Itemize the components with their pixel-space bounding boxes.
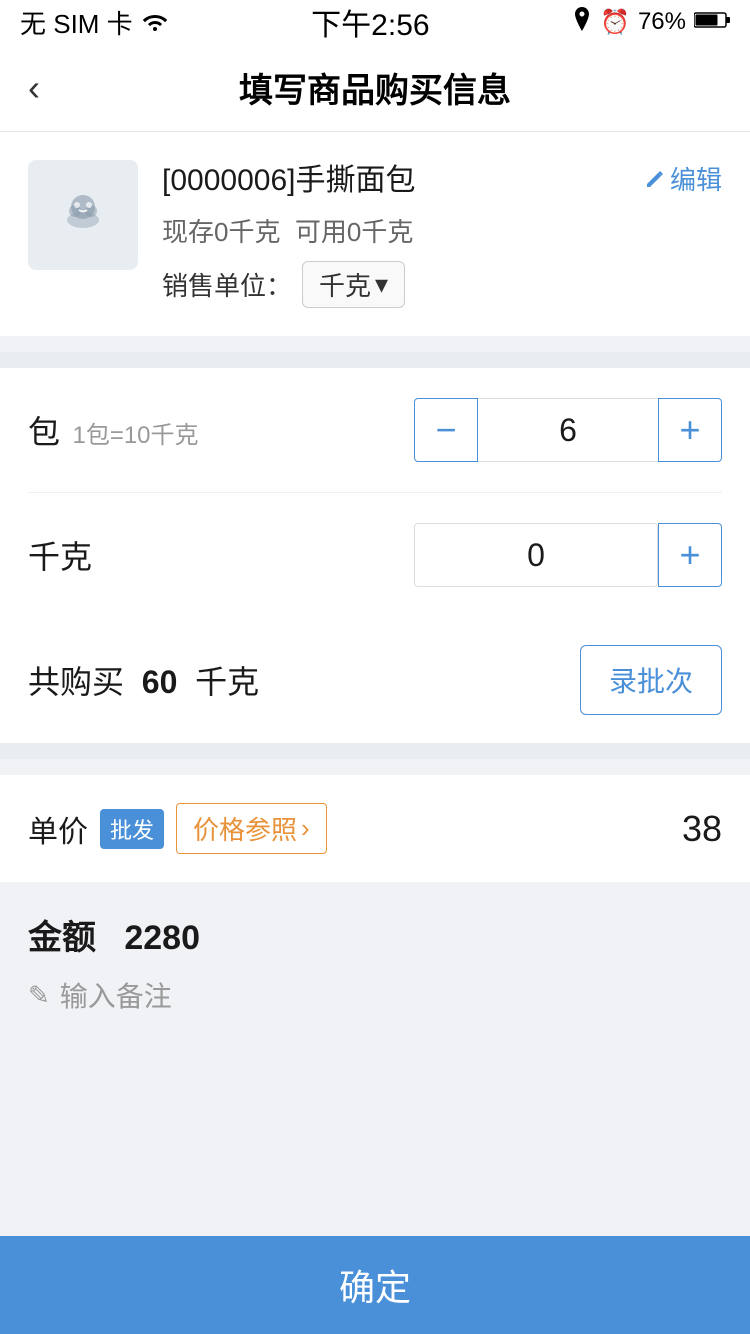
package-hint: 1包=10千克 xyxy=(72,422,198,449)
product-info: [0000006]手撕面包 编辑 现存0千克 可用0千克 销售单位： 千克 ▾ xyxy=(162,160,722,308)
kg-label: 千克 xyxy=(28,539,92,575)
price-label: 单价 xyxy=(28,807,88,851)
package-label-group: 包 1包=10千克 xyxy=(28,407,199,453)
wifi-icon xyxy=(141,7,169,38)
alarm-icon: ⏰ xyxy=(600,8,630,37)
total-value: 60 xyxy=(142,664,178,700)
back-button[interactable]: ‹ xyxy=(28,67,40,109)
input-section: 包 1包=10千克 − + 千克 + xyxy=(0,368,750,617)
status-bar: 无 SIM 卡 下午2:56 ⏰ 76% xyxy=(0,0,750,44)
amount-label: 金额 xyxy=(28,919,96,957)
kg-quantity-input[interactable] xyxy=(414,523,658,587)
battery-icon xyxy=(694,8,730,36)
note-placeholder: 输入备注 xyxy=(60,975,172,1015)
product-image xyxy=(28,160,138,270)
product-stock: 现存0千克 可用0千克 xyxy=(162,212,722,249)
status-left: 无 SIM 卡 xyxy=(20,4,169,41)
amount-row: 金额 2280 xyxy=(28,910,722,959)
status-time: 下午2:56 xyxy=(311,0,429,44)
kg-plus-button[interactable]: + xyxy=(658,523,722,587)
product-unit: 销售单位： 千克 ▾ xyxy=(162,261,722,308)
total-section: 共购买 60 千克 录批次 xyxy=(0,617,750,743)
price-left: 单价 批发 价格参照 › xyxy=(28,803,327,854)
package-quantity-input[interactable] xyxy=(478,398,658,462)
package-row: 包 1包=10千克 − + xyxy=(28,368,722,493)
kg-quantity-control: + xyxy=(414,523,722,587)
section-divider-1 xyxy=(0,352,750,368)
package-plus-button[interactable]: + xyxy=(658,398,722,462)
location-icon xyxy=(572,7,592,38)
price-value: 38 xyxy=(682,808,722,850)
unit-badge[interactable]: 千克 ▾ xyxy=(302,261,405,308)
product-card: [0000006]手撕面包 编辑 现存0千克 可用0千克 销售单位： 千克 ▾ xyxy=(0,132,750,336)
product-name: [0000006]手撕面包 xyxy=(162,160,415,202)
amount-section: 金额 2280 ✎ 输入备注 xyxy=(0,882,750,1043)
page-title: 填写商品购买信息 xyxy=(239,63,511,112)
kg-row: 千克 + xyxy=(28,493,722,617)
chevron-right-icon: › xyxy=(301,813,310,844)
page-content: [0000006]手撕面包 编辑 现存0千克 可用0千克 销售单位： 千克 ▾ xyxy=(0,132,750,1236)
price-tag-badge: 批发 xyxy=(100,809,164,849)
confirm-button[interactable]: 确定 xyxy=(0,1236,750,1334)
package-minus-button[interactable]: − xyxy=(414,398,478,462)
amount-value: 2280 xyxy=(124,919,200,957)
chevron-down-icon: ▾ xyxy=(375,269,388,300)
package-label: 包 xyxy=(28,414,60,450)
status-right: ⏰ 76% xyxy=(572,7,730,38)
price-reference-button[interactable]: 价格参照 › xyxy=(176,803,327,854)
battery-text: 76% xyxy=(638,8,686,36)
price-section: 单价 批发 价格参照 › 38 xyxy=(0,775,750,882)
bottom-spacer xyxy=(0,1043,750,1236)
package-quantity-control: − + xyxy=(414,398,722,462)
sim-status: 无 SIM 卡 xyxy=(20,4,133,41)
section-divider-2 xyxy=(0,743,750,759)
record-batch-button[interactable]: 录批次 xyxy=(580,645,722,715)
edit-button[interactable]: 编辑 xyxy=(644,160,722,197)
kg-label-group: 千克 xyxy=(28,532,92,578)
total-label: 共购买 60 千克 xyxy=(28,657,259,703)
nav-bar: ‹ 填写商品购买信息 xyxy=(0,44,750,132)
note-row[interactable]: ✎ 输入备注 xyxy=(28,975,722,1015)
product-header: [0000006]手撕面包 编辑 xyxy=(162,160,722,202)
pencil-icon: ✎ xyxy=(28,980,50,1011)
